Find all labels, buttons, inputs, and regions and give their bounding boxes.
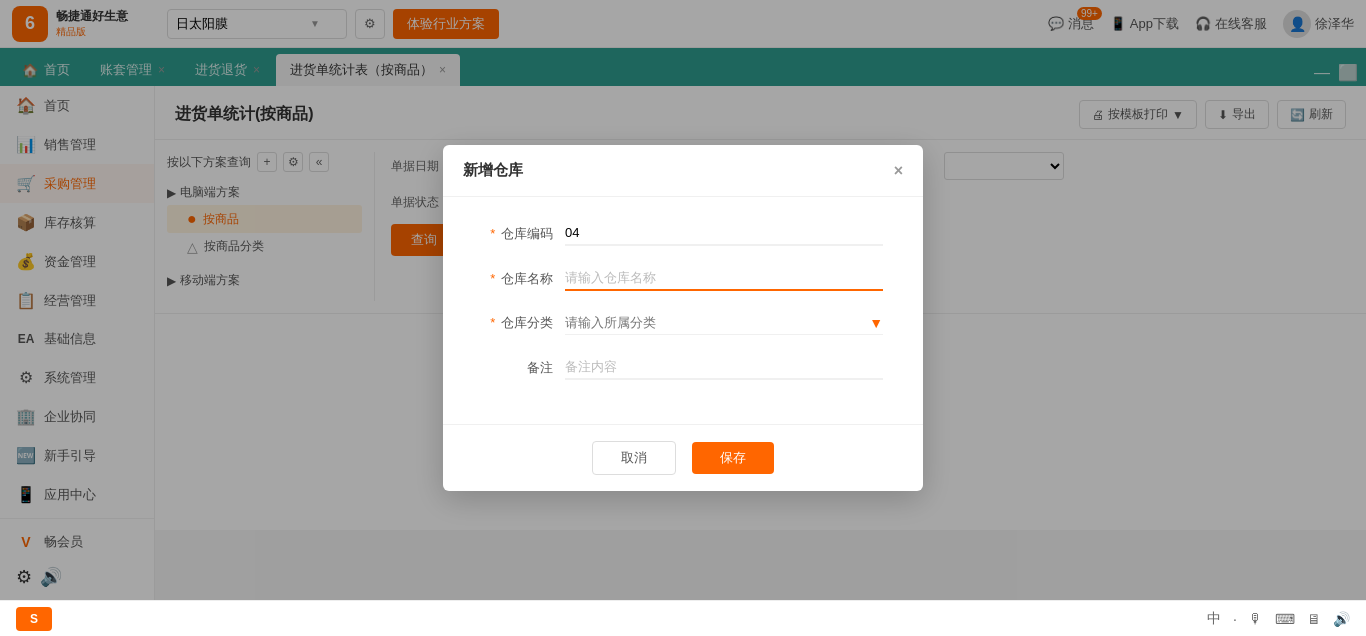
warehouse-name-input[interactable] [565, 266, 883, 291]
warehouse-name-label: * 仓库名称 [483, 270, 553, 288]
microphone-icon[interactable]: 🎙 [1249, 611, 1263, 627]
ime-chinese-icon[interactable]: 中 [1207, 610, 1221, 628]
screen-icon[interactable]: 🖥 [1307, 611, 1321, 627]
new-warehouse-modal: 新增仓库 × * 仓库编码 * 仓库名称 [443, 145, 923, 491]
modal-header: 新增仓库 × [443, 145, 923, 197]
required-star-code: * [490, 226, 495, 241]
cancel-button[interactable]: 取消 [592, 441, 676, 475]
bottom-brand-icon: S [16, 607, 52, 631]
save-button[interactable]: 保存 [692, 442, 774, 474]
warehouse-code-field: * 仓库编码 [483, 221, 883, 246]
keyboard-icon[interactable]: ⌨ [1275, 611, 1295, 627]
warehouse-code-input[interactable] [565, 221, 883, 246]
warehouse-note-label: 备注 [483, 359, 553, 377]
warehouse-name-field: * 仓库名称 [483, 266, 883, 291]
warehouse-code-label: * 仓库编码 [483, 225, 553, 243]
modal-body: * 仓库编码 * 仓库名称 * 仓库分类 [443, 197, 923, 424]
category-dropdown-arrow[interactable]: ▼ [869, 315, 883, 331]
required-star-name: * [490, 271, 495, 286]
modal-overlay: 新增仓库 × * 仓库编码 * 仓库名称 [0, 0, 1366, 636]
required-star-category: * [490, 315, 495, 330]
warehouse-category-select-wrapper: ▼ [565, 311, 883, 335]
warehouse-note-input[interactable] [565, 355, 883, 380]
bottom-bar: S 中 · 🎙 ⌨ 🖥 🔊 [0, 600, 1366, 636]
warehouse-category-label: * 仓库分类 [483, 314, 553, 332]
warehouse-category-field: * 仓库分类 ▼ [483, 311, 883, 335]
warehouse-note-field: 备注 [483, 355, 883, 380]
speaker-bottom-icon[interactable]: 🔊 [1333, 611, 1350, 627]
modal-footer: 取消 保存 [443, 424, 923, 491]
warehouse-category-input[interactable] [565, 311, 869, 334]
bottom-icons: 中 · 🎙 ⌨ 🖥 🔊 [1207, 610, 1350, 628]
modal-title: 新增仓库 [463, 161, 523, 180]
ime-dot-icon: · [1233, 611, 1237, 627]
modal-close-button[interactable]: × [894, 162, 903, 180]
